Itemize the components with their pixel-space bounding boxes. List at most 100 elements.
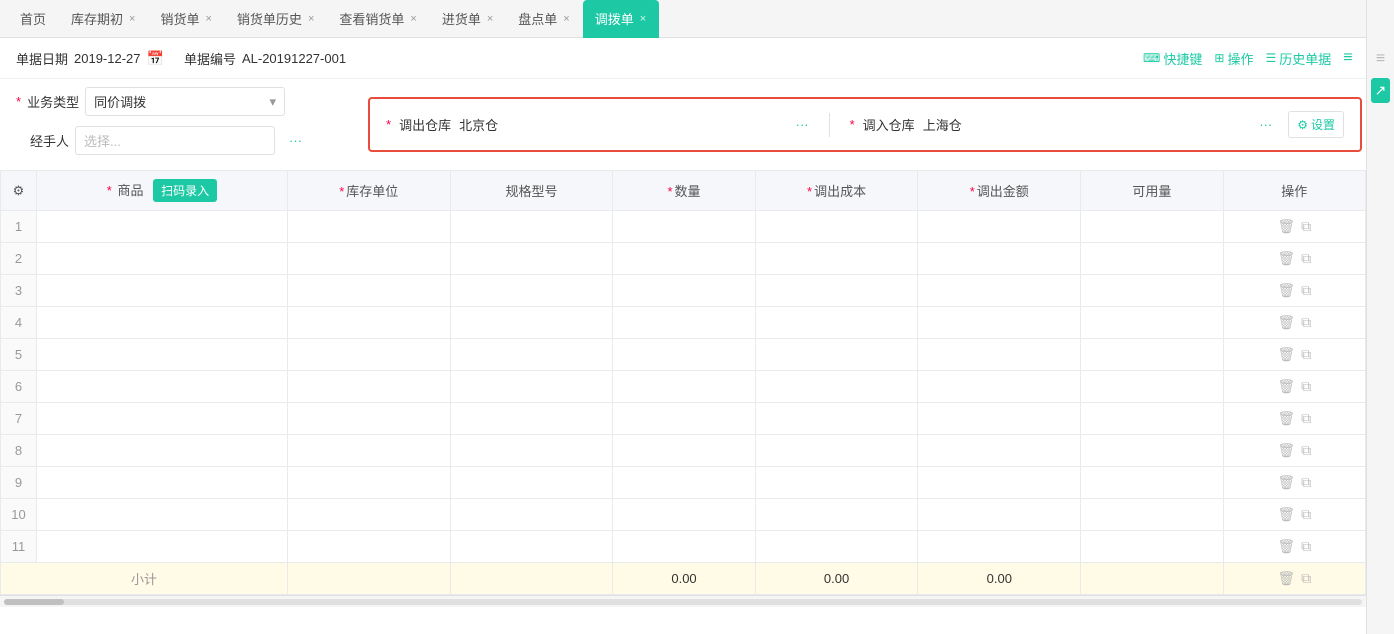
row-2-product[interactable] — [37, 243, 288, 275]
row-2-unit[interactable] — [287, 243, 450, 275]
row-1-cost[interactable] — [755, 211, 918, 243]
tab-transfer-order[interactable]: 调拨单 × — [583, 0, 659, 38]
row-5-unit[interactable] — [287, 339, 450, 371]
row-7-available[interactable] — [1081, 403, 1223, 435]
row-7-spec[interactable] — [450, 403, 613, 435]
subtotal-delete-icon[interactable]: 🗑 — [1277, 570, 1295, 587]
row-10-available[interactable] — [1081, 499, 1223, 531]
warehouse-out-more-icon[interactable]: ··· — [796, 117, 809, 132]
row-5-amount[interactable] — [918, 339, 1081, 371]
row-1-amount[interactable] — [918, 211, 1081, 243]
delete-row-6-icon[interactable]: 🗑 — [1277, 378, 1295, 395]
row-10-spec[interactable] — [450, 499, 613, 531]
scroll-area[interactable] — [0, 595, 1366, 607]
handler-more-icon[interactable]: ··· — [289, 133, 302, 148]
handler-select[interactable]: 选择... — [75, 126, 275, 155]
tab-stock-check[interactable]: 盘点单 × — [506, 0, 582, 38]
operations-button[interactable]: ⊞ 操作 — [1214, 49, 1253, 68]
row-8-unit[interactable] — [287, 435, 450, 467]
delete-row-9-icon[interactable]: 🗑 — [1277, 474, 1295, 491]
delete-row-10-icon[interactable]: 🗑 — [1277, 506, 1295, 523]
settings-button[interactable]: ⚙ 设置 — [1288, 111, 1344, 138]
copy-row-5-icon[interactable]: ⧉ — [1301, 346, 1311, 363]
row-9-amount[interactable] — [918, 467, 1081, 499]
tab-close-view-sales[interactable]: × — [410, 13, 416, 25]
row-7-qty[interactable] — [613, 403, 755, 435]
row-2-available[interactable] — [1081, 243, 1223, 275]
row-4-spec[interactable] — [450, 307, 613, 339]
row-9-spec[interactable] — [450, 467, 613, 499]
row-6-amount[interactable] — [918, 371, 1081, 403]
row-6-cost[interactable] — [755, 371, 918, 403]
row-5-spec[interactable] — [450, 339, 613, 371]
delete-row-1-icon[interactable]: 🗑 — [1277, 218, 1295, 235]
row-1-available[interactable] — [1081, 211, 1223, 243]
row-10-product[interactable] — [37, 499, 288, 531]
copy-row-1-icon[interactable]: ⧉ — [1301, 218, 1311, 235]
row-9-unit[interactable] — [287, 467, 450, 499]
row-3-unit[interactable] — [287, 275, 450, 307]
row-4-cost[interactable] — [755, 307, 918, 339]
history-button[interactable]: ☰ 历史单据 — [1265, 49, 1331, 68]
row-7-product[interactable] — [37, 403, 288, 435]
row-6-unit[interactable] — [287, 371, 450, 403]
row-8-available[interactable] — [1081, 435, 1223, 467]
row-9-available[interactable] — [1081, 467, 1223, 499]
row-10-amount[interactable] — [918, 499, 1081, 531]
tab-close-purchase-order[interactable]: × — [487, 13, 493, 25]
tab-inventory-init[interactable]: 库存期初 × — [59, 0, 148, 38]
delete-row-2-icon[interactable]: 🗑 — [1277, 250, 1295, 267]
copy-row-3-icon[interactable]: ⧉ — [1301, 282, 1311, 299]
row-4-available[interactable] — [1081, 307, 1223, 339]
row-6-product[interactable] — [37, 371, 288, 403]
row-8-spec[interactable] — [450, 435, 613, 467]
copy-row-8-icon[interactable]: ⧉ — [1301, 442, 1311, 459]
tab-sales-order[interactable]: 销货单 × — [148, 0, 224, 38]
shortcuts-button[interactable]: ⌨ 快捷键 — [1143, 49, 1202, 68]
tab-purchase-order[interactable]: 进货单 × — [430, 0, 506, 38]
calendar-icon[interactable]: 📅 — [147, 50, 164, 67]
row-2-qty[interactable] — [613, 243, 755, 275]
business-type-select[interactable]: 同价调拨 ▾ — [85, 87, 285, 116]
row-1-qty[interactable] — [613, 211, 755, 243]
tab-close-sales-history[interactable]: × — [308, 13, 314, 25]
row-4-qty[interactable] — [613, 307, 755, 339]
row-3-amount[interactable] — [918, 275, 1081, 307]
row-4-product[interactable] — [37, 307, 288, 339]
row-8-product[interactable] — [37, 435, 288, 467]
tab-close-inventory-init[interactable]: × — [129, 13, 135, 25]
copy-row-6-icon[interactable]: ⧉ — [1301, 378, 1311, 395]
th-gear[interactable]: ⚙ — [1, 171, 37, 211]
row-11-spec[interactable] — [450, 531, 613, 563]
row-2-amount[interactable] — [918, 243, 1081, 275]
copy-row-11-icon[interactable]: ⧉ — [1301, 538, 1311, 555]
sidebar-export-icon[interactable]: ↗ — [1371, 78, 1391, 103]
row-1-spec[interactable] — [450, 211, 613, 243]
delete-row-5-icon[interactable]: 🗑 — [1277, 346, 1295, 363]
warehouse-in-more-icon[interactable]: ··· — [1259, 117, 1272, 132]
tab-sales-history[interactable]: 销货单历史 × — [225, 0, 327, 38]
tab-close-stock-check[interactable]: × — [563, 13, 569, 25]
row-5-available[interactable] — [1081, 339, 1223, 371]
delete-row-7-icon[interactable]: 🗑 — [1277, 410, 1295, 427]
row-4-amount[interactable] — [918, 307, 1081, 339]
copy-row-10-icon[interactable]: ⧉ — [1301, 506, 1311, 523]
row-2-spec[interactable] — [450, 243, 613, 275]
row-9-qty[interactable] — [613, 467, 755, 499]
row-9-cost[interactable] — [755, 467, 918, 499]
sidebar-list-icon[interactable]: ≡ — [1376, 50, 1385, 68]
row-8-amount[interactable] — [918, 435, 1081, 467]
row-6-available[interactable] — [1081, 371, 1223, 403]
row-11-product[interactable] — [37, 531, 288, 563]
delete-row-4-icon[interactable]: 🗑 — [1277, 314, 1295, 331]
row-10-qty[interactable] — [613, 499, 755, 531]
row-8-qty[interactable] — [613, 435, 755, 467]
row-5-cost[interactable] — [755, 339, 918, 371]
row-1-unit[interactable] — [287, 211, 450, 243]
row-3-available[interactable] — [1081, 275, 1223, 307]
row-11-unit[interactable] — [287, 531, 450, 563]
row-8-cost[interactable] — [755, 435, 918, 467]
row-4-unit[interactable] — [287, 307, 450, 339]
delete-row-3-icon[interactable]: 🗑 — [1277, 282, 1295, 299]
layout-list-icon[interactable]: ≡ — [1343, 49, 1352, 67]
